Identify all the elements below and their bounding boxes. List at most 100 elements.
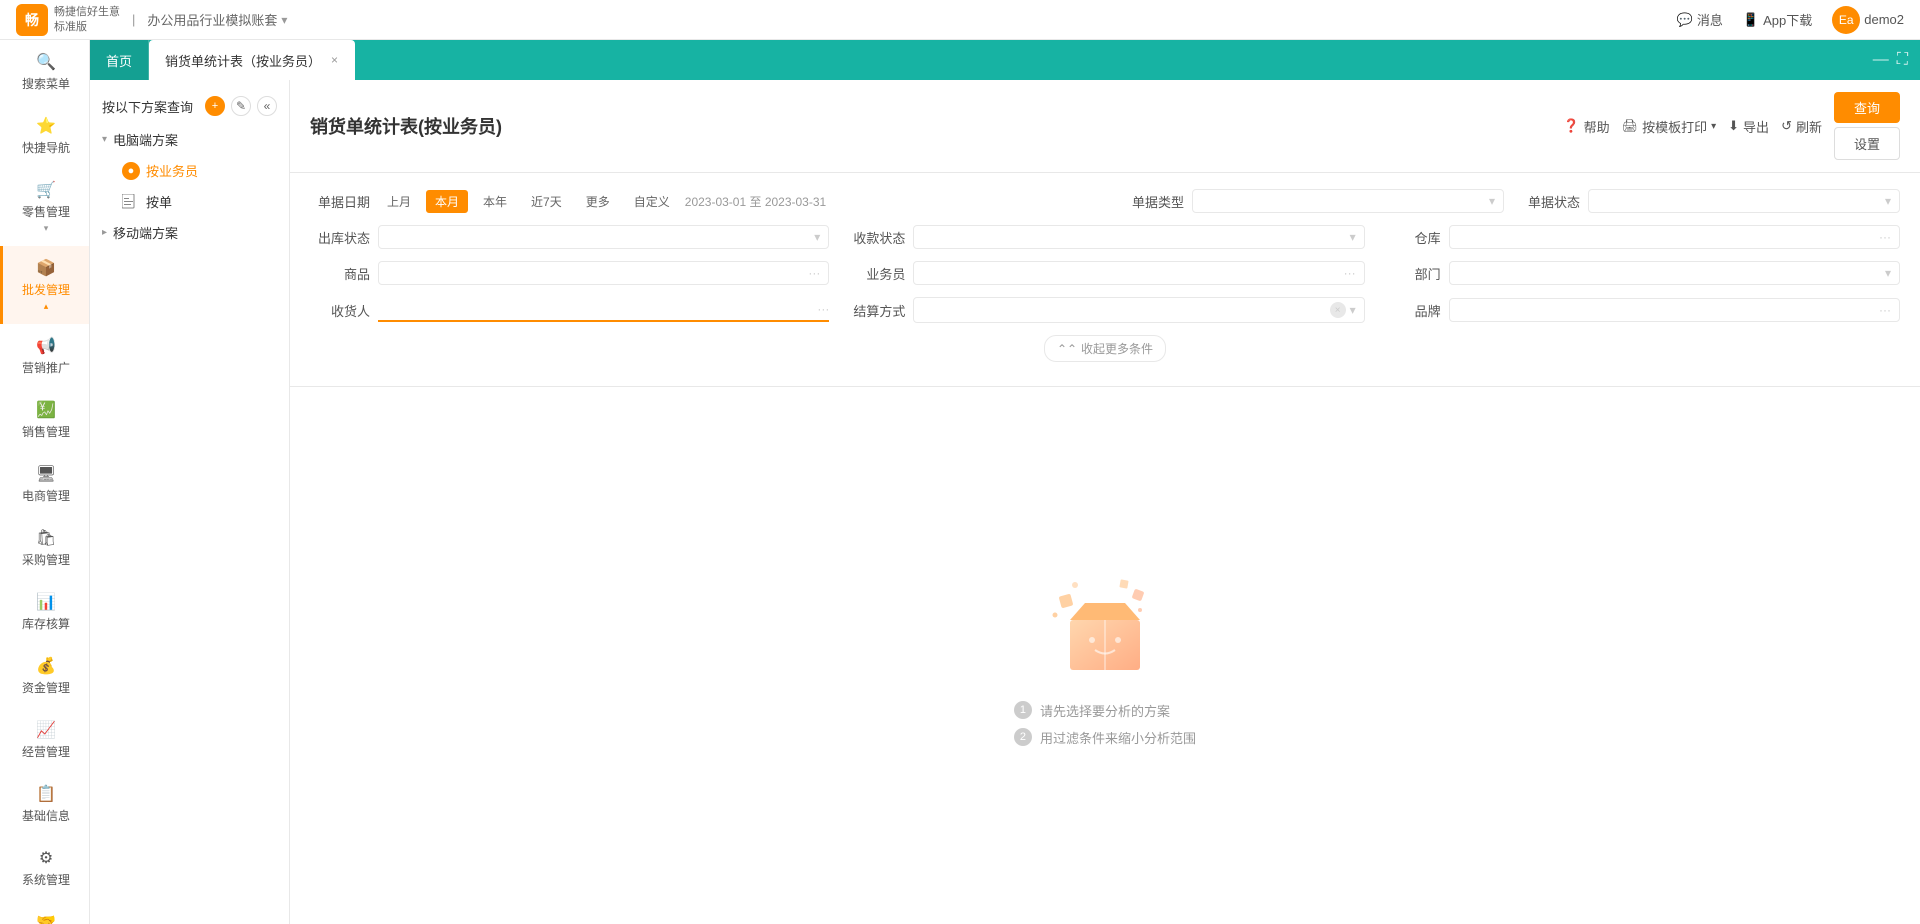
collapse-more-conditions: ⌃⌃ 收起更多条件: [310, 335, 1900, 362]
refresh-btn[interactable]: ↺ 刷新: [1781, 117, 1822, 136]
dept-control[interactable]: ▾: [1449, 261, 1900, 285]
filter-row-1: 单据日期 上月 本月 本年 近7天 更多 自定义 2023-03-01 至 20…: [310, 189, 1900, 213]
sidebar-item-quicknav[interactable]: ⭐ 快捷导航: [0, 104, 89, 168]
setting-button[interactable]: 设置: [1834, 127, 1900, 160]
collapse-label: 收起更多条件: [1081, 340, 1153, 357]
enterprise-icon: 🤝: [36, 912, 56, 924]
query-setting-group: 查询 设置: [1834, 92, 1900, 160]
ecommerce-icon: 🖥: [36, 464, 56, 484]
sidebar-item-purchase[interactable]: 🛍 采购管理: [0, 516, 89, 580]
help-btn[interactable]: ❓ 帮助: [1563, 117, 1609, 136]
tab-home[interactable]: 首页: [90, 40, 149, 80]
sidebar-item-label: 基础信息: [22, 807, 70, 824]
tab-maximize-btn[interactable]: ⛶: [1897, 51, 1908, 69]
download-icon: 📱: [1743, 12, 1759, 28]
empty-illustration: [1045, 565, 1165, 685]
docstatus-control[interactable]: ▾: [1588, 189, 1900, 213]
filter-section-dept: 部门 ▾: [1381, 261, 1900, 285]
brand-more-icon: ···: [1879, 303, 1891, 317]
tree-item-desktop[interactable]: ▾ 电脑端方案: [90, 124, 289, 155]
doctype-control[interactable]: ▾: [1192, 189, 1504, 213]
date-btn-custom[interactable]: 自定义: [625, 190, 679, 213]
outstatus-dropdown-icon: ▾: [814, 230, 820, 244]
settlement-control[interactable]: × ▾: [913, 297, 1364, 323]
warehouse-more-icon: ···: [1879, 230, 1891, 244]
date-btn-this-year[interactable]: 本年: [474, 190, 516, 213]
left-panel-actions: + ✎ «: [205, 96, 277, 116]
sidebar-item-enterprise[interactable]: 🤝 企业协同: [0, 900, 89, 924]
right-panel: 销货单统计表(按业务员) ❓ 帮助 🖨 按模板打印 ▾ ⬇: [290, 80, 1920, 924]
edit-scheme-btn[interactable]: ✎: [231, 96, 251, 116]
date-btn-last-month[interactable]: 上月: [378, 190, 420, 213]
paystatus-control[interactable]: ▾: [913, 225, 1364, 249]
content-area: 首页 销货单统计表（按业务员） × — ⛶ 按以下方案查询 +: [90, 40, 1920, 924]
basicinfo-icon: 📋: [36, 784, 56, 804]
sidebar-item-basicinfo[interactable]: 📋 基础信息: [0, 772, 89, 836]
system-icon: ⚙: [39, 848, 53, 868]
query-button[interactable]: 查询: [1834, 92, 1900, 123]
date-filter: 上月 本月 本年 近7天 更多 自定义 2023-03-01 至 2023-03…: [378, 190, 826, 213]
page-title: 销货单统计表(按业务员): [310, 113, 502, 139]
add-scheme-btn[interactable]: +: [205, 96, 225, 116]
tree-item-by-salesperson[interactable]: ● 按业务员: [90, 155, 289, 186]
tip-num-1: 1: [1014, 701, 1032, 719]
app-download-btn[interactable]: 📱 App下载: [1743, 10, 1812, 29]
expand-icon-mobile: ▸: [102, 227, 107, 238]
date-range-display: 2023-03-01 至 2023-03-31: [685, 193, 826, 210]
salesperson-more-icon: ···: [1344, 266, 1356, 280]
sidebar-item-label: 营销推广: [22, 359, 70, 376]
tree-item-by-order[interactable]: 按单: [90, 186, 289, 217]
inventory-icon: 📊: [36, 592, 56, 612]
sidebar-item-label: 库存核算: [22, 615, 70, 632]
collapse-btn[interactable]: ⌃⌃ 收起更多条件: [1044, 335, 1166, 362]
salesperson-control[interactable]: ···: [913, 261, 1364, 285]
top-bar-right: 💬 消息 📱 App下载 Ea demo2: [1677, 6, 1904, 34]
sidebar-item-system[interactable]: ⚙ 系统管理: [0, 836, 89, 900]
collapse-icon: «: [264, 99, 271, 113]
scheme-tree: ▾ 电脑端方案 ● 按业务员 按单 ▸ 移: [90, 124, 289, 248]
message-btn[interactable]: 💬 消息: [1677, 10, 1723, 29]
sidebar-item-retail[interactable]: 🛒 零售管理 ▾: [0, 168, 89, 246]
outstatus-control[interactable]: ▾: [378, 225, 829, 249]
sidebar-item-marketing[interactable]: 📢 营销推广: [0, 324, 89, 388]
tip-num-2: 2: [1014, 728, 1032, 746]
export-btn[interactable]: ⬇ 导出: [1728, 117, 1769, 136]
sidebar: 🔍 搜索菜单 ⭐ 快捷导航 🛒 零售管理 ▾ 📦 批发管理 ▴ 📢 营销推广 💹…: [0, 40, 90, 924]
brand-control[interactable]: ···: [1449, 298, 1900, 322]
active-tab-label: 销货单统计表（按业务员）: [165, 51, 321, 70]
dept-dropdown-icon: ▾: [1885, 266, 1891, 280]
warehouse-control[interactable]: ···: [1449, 225, 1900, 249]
sidebar-item-inventory[interactable]: 📊 库存核算: [0, 580, 89, 644]
filter-section-outstatus: 出库状态 ▾: [310, 225, 829, 249]
filter-section-goods: 商品 ···: [310, 261, 829, 285]
collapse-panel-btn[interactable]: «: [257, 96, 277, 116]
print-btn[interactable]: 🖨 按模板打印 ▾: [1622, 117, 1717, 136]
settlement-clear-btn[interactable]: ×: [1330, 302, 1346, 318]
empty-state: 1 请先选择要分析的方案 2 用过滤条件来缩小分析范围: [290, 387, 1920, 924]
logo-icon: 畅: [16, 4, 48, 36]
sidebar-item-label: 经营管理: [22, 743, 70, 760]
paystatus-label: 收款状态: [845, 228, 905, 247]
sidebar-item-label: 电商管理: [22, 487, 70, 504]
sidebar-item-finance[interactable]: 💰 资金管理: [0, 644, 89, 708]
date-btn-7days[interactable]: 近7天: [522, 190, 571, 213]
tab-sales-stat[interactable]: 销货单统计表（按业务员） ×: [149, 40, 355, 80]
receiver-control[interactable]: ···: [378, 298, 829, 322]
filter-section-warehouse: 仓库 ···: [1381, 225, 1900, 249]
tab-minimize-btn[interactable]: —: [1873, 51, 1889, 69]
sidebar-item-wholesale[interactable]: 📦 批发管理 ▴: [0, 246, 89, 324]
sidebar-item-ecommerce[interactable]: 🖥 电商管理: [0, 452, 89, 516]
search-icon: 🔍: [36, 52, 56, 72]
tab-close-btn[interactable]: ×: [331, 53, 338, 67]
goods-control[interactable]: ···: [378, 261, 829, 285]
tree-item-label: 按单: [146, 192, 172, 211]
sales-icon: 💹: [36, 400, 56, 420]
tree-item-mobile[interactable]: ▸ 移动端方案: [90, 217, 289, 248]
user-menu[interactable]: Ea demo2: [1832, 6, 1904, 34]
sidebar-item-sales[interactable]: 💹 销售管理: [0, 388, 89, 452]
sidebar-item-search[interactable]: 🔍 搜索菜单: [0, 40, 89, 104]
sidebar-item-operations[interactable]: 📈 经营管理: [0, 708, 89, 772]
date-btn-more[interactable]: 更多: [577, 190, 619, 213]
date-btn-this-month[interactable]: 本月: [426, 190, 468, 213]
settlement-label: 结算方式: [845, 301, 905, 320]
